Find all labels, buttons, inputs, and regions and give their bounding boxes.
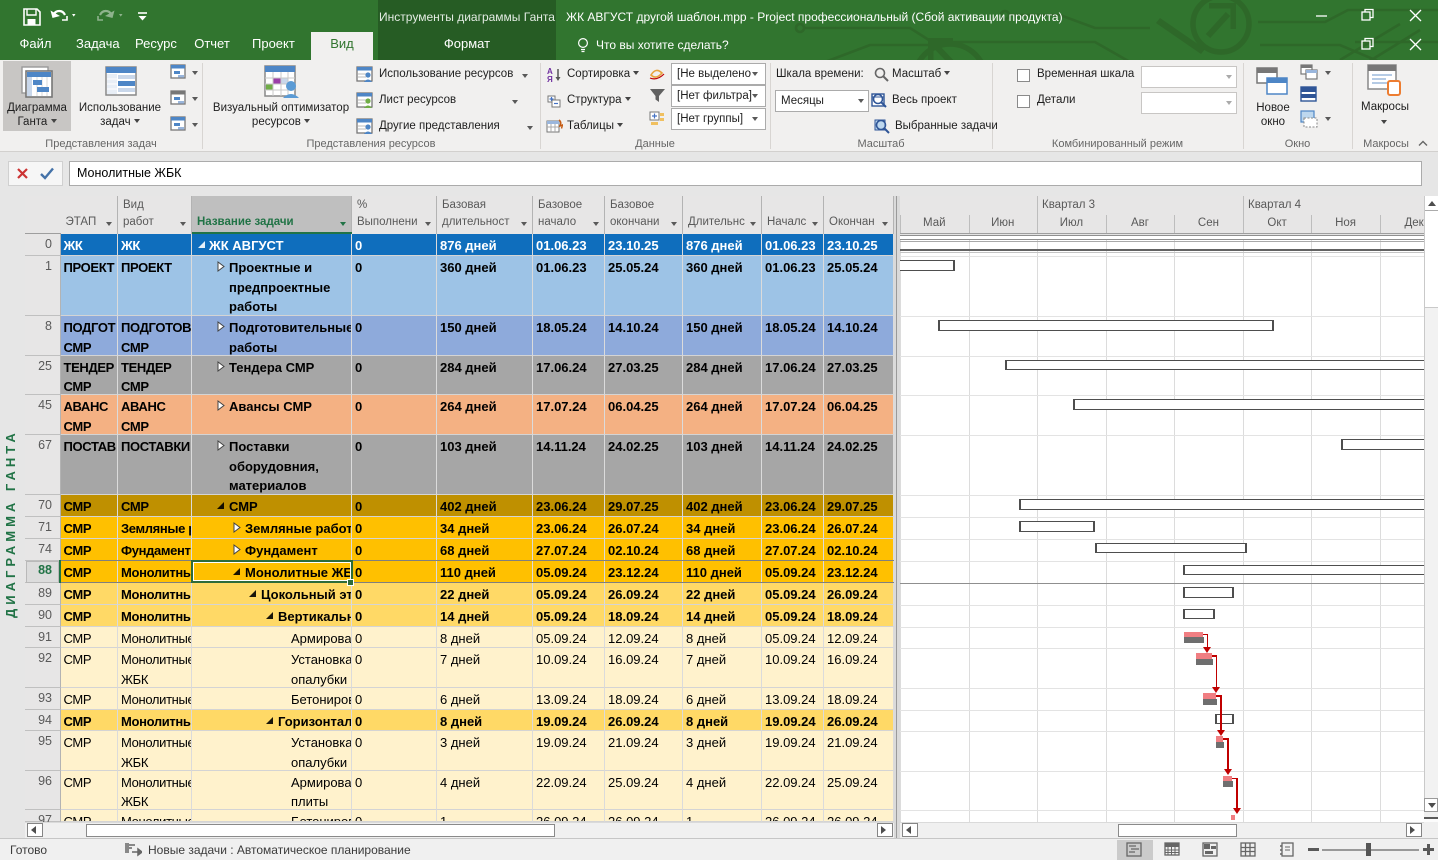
svg-text:Я: Я	[547, 75, 553, 83]
